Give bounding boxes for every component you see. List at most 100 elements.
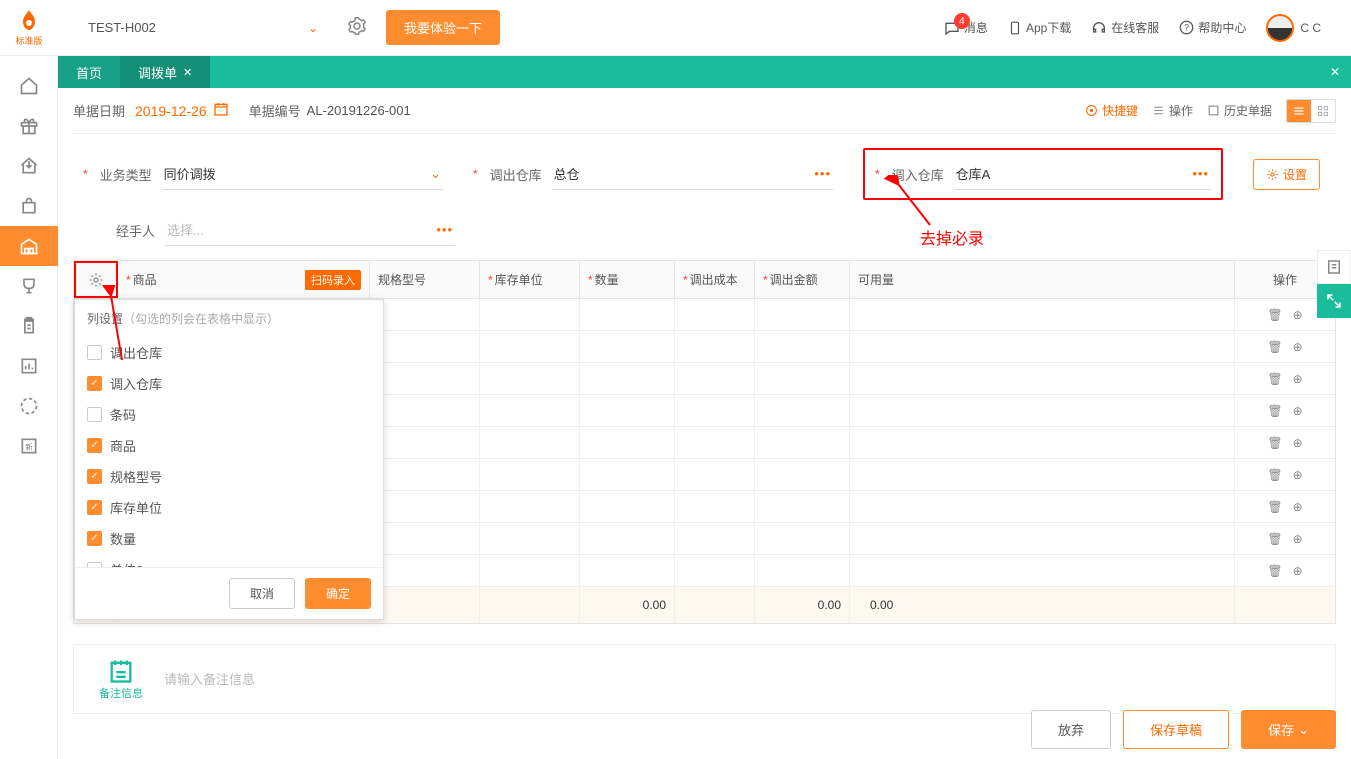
help-icon: ? [1179, 20, 1194, 35]
top-header: 标准版 TEST-H002 ⌄ 我要体验一下 4 消息 App下载 在线客服 ?… [0, 0, 1351, 56]
cancel-button[interactable]: 取消 [229, 578, 295, 609]
copy-icon[interactable]: ⊕ [1293, 468, 1303, 482]
more-icon: ••• [436, 222, 453, 237]
delete-icon[interactable]: 🗑 [1267, 564, 1282, 578]
more-icon: ••• [1192, 166, 1209, 181]
copy-icon[interactable]: ⊕ [1293, 404, 1303, 418]
column-option[interactable]: ✓商品 [87, 430, 371, 461]
view-toggle [1286, 99, 1336, 123]
delete-icon[interactable]: 🗑 [1267, 436, 1282, 450]
sidebar-warehouse[interactable] [0, 226, 58, 266]
column-option[interactable]: 条码 [87, 399, 371, 430]
messages-link[interactable]: 4 消息 [944, 19, 988, 36]
copy-icon[interactable]: ⊕ [1293, 532, 1303, 546]
tab-home[interactable]: 首页 [58, 56, 120, 88]
user-menu[interactable]: C C [1266, 14, 1321, 42]
handler-select[interactable]: 选择... ••• [165, 214, 455, 246]
delete-icon[interactable]: 🗑 [1267, 404, 1282, 418]
copy-icon[interactable]: ⊕ [1293, 564, 1303, 578]
trial-button[interactable]: 我要体验一下 [386, 10, 500, 45]
settings-icon[interactable] [348, 17, 366, 38]
column-option[interactable]: 单位2 [87, 554, 371, 567]
view-list-icon[interactable] [1287, 100, 1311, 122]
sidebar-loading[interactable] [0, 386, 58, 426]
delete-icon[interactable]: 🗑 [1267, 308, 1282, 322]
confirm-button[interactable]: 确定 [305, 578, 371, 609]
history-link[interactable]: 历史单据 [1207, 102, 1272, 119]
column-option[interactable]: ✓库存单位 [87, 492, 371, 523]
biz-type-select[interactable]: 同价调拨 ⌄ [162, 158, 443, 190]
close-icon[interactable]: ✕ [183, 66, 192, 79]
discard-button[interactable]: 放弃 [1031, 710, 1111, 749]
checkbox-icon: ✓ [87, 469, 102, 484]
items-table: *商品 扫码录入 规格型号 *库存单位 *数量 *调出成本 *调出金额 可用量 … [73, 260, 1336, 624]
operations-link[interactable]: 操作 [1152, 102, 1193, 119]
remark-input[interactable] [156, 664, 1323, 695]
column-option[interactable]: ✓数量 [87, 523, 371, 554]
delete-icon[interactable]: 🗑 [1267, 500, 1282, 514]
copy-icon[interactable]: ⊕ [1293, 308, 1303, 322]
in-warehouse-select[interactable]: 仓库A ••• [954, 158, 1211, 190]
scan-entry-button[interactable]: 扫码录入 [305, 270, 361, 290]
column-settings-button[interactable] [74, 261, 118, 298]
doc-no-label: 单据编号 [249, 101, 301, 120]
sidebar-bag[interactable] [0, 186, 58, 226]
delete-icon[interactable]: 🗑 [1267, 532, 1282, 546]
copy-icon[interactable]: ⊕ [1293, 500, 1303, 514]
remark-section: 备注信息 [73, 644, 1336, 714]
store-selector[interactable]: TEST-H002 ⌄ [78, 12, 328, 44]
float-expand-icon[interactable] [1317, 284, 1351, 318]
delete-icon[interactable]: 🗑 [1267, 340, 1282, 354]
column-option[interactable]: ✓调入仓库 [87, 368, 371, 399]
svg-text:新: 新 [25, 441, 33, 451]
popup-title: 列设置（勾选的列会在表格中显示） [75, 300, 383, 337]
sidebar-new[interactable]: 新 [0, 426, 58, 466]
chevron-down-icon: ⌄ [430, 166, 441, 182]
checkbox-icon: ✓ [87, 438, 102, 453]
column-option[interactable]: 调出仓库 [87, 337, 371, 368]
help-center-link[interactable]: ? 帮助中心 [1179, 19, 1246, 36]
document-header: 单据日期 2019-12-26 单据编号 AL-20191226-001 快捷键… [73, 88, 1336, 134]
logo-flame-icon [17, 8, 41, 32]
field-in-warehouse: * 调入仓库 仓库A ••• [863, 148, 1223, 200]
delete-icon[interactable]: 🗑 [1267, 372, 1282, 386]
save-draft-button[interactable]: 保存草稿 [1123, 710, 1229, 749]
sidebar-arrow-house[interactable] [0, 146, 58, 186]
view-grid-icon[interactable] [1311, 100, 1335, 122]
sidebar-home[interactable] [0, 66, 58, 106]
sidebar-clipboard[interactable] [0, 306, 58, 346]
copy-icon[interactable]: ⊕ [1293, 340, 1303, 354]
sidebar-report[interactable] [0, 346, 58, 386]
out-warehouse-select[interactable]: 总仓 ••• [552, 158, 833, 190]
float-panel [1317, 250, 1351, 318]
app-download-link[interactable]: App下载 [1008, 19, 1071, 36]
delete-icon[interactable]: 🗑 [1267, 468, 1282, 482]
remark-icon-area: 备注信息 [86, 657, 156, 701]
gear-icon [1266, 168, 1279, 181]
calendar-icon[interactable] [213, 101, 229, 120]
column-option[interactable]: ✓规格型号 [87, 461, 371, 492]
logo-area[interactable]: 标准版 [0, 8, 58, 47]
annotation-text: 去掉必录 [920, 225, 984, 249]
doc-date-value[interactable]: 2019-12-26 [135, 103, 207, 119]
sidebar-money[interactable] [0, 266, 58, 306]
note-icon [107, 657, 135, 685]
tab-transfer-order[interactable]: 调拨单 ✕ [120, 56, 210, 88]
headset-icon [1091, 20, 1107, 36]
checkbox-icon [87, 562, 102, 567]
field-settings-button[interactable]: 设置 [1253, 159, 1320, 190]
save-button[interactable]: 保存 ⌄ [1241, 710, 1336, 749]
tab-bar: 首页 调拨单 ✕ ✕ [58, 56, 1351, 88]
th-amount: *调出金额 [755, 261, 850, 298]
online-service-link[interactable]: 在线客服 [1091, 19, 1159, 36]
checkbox-icon: ✓ [87, 500, 102, 515]
close-all-tabs[interactable]: ✕ [1319, 56, 1351, 88]
copy-icon[interactable]: ⊕ [1293, 436, 1303, 450]
shortcut-link[interactable]: 快捷键 [1085, 102, 1138, 119]
copy-icon[interactable]: ⊕ [1293, 372, 1303, 386]
th-product: *商品 扫码录入 [118, 261, 370, 298]
sidebar-gift[interactable] [0, 106, 58, 146]
float-note-icon[interactable] [1317, 250, 1351, 284]
chevron-down-icon: ⌄ [1298, 722, 1309, 738]
column-list[interactable]: 调出仓库✓调入仓库条码✓商品✓规格型号✓库存单位✓数量单位2 [75, 337, 383, 567]
